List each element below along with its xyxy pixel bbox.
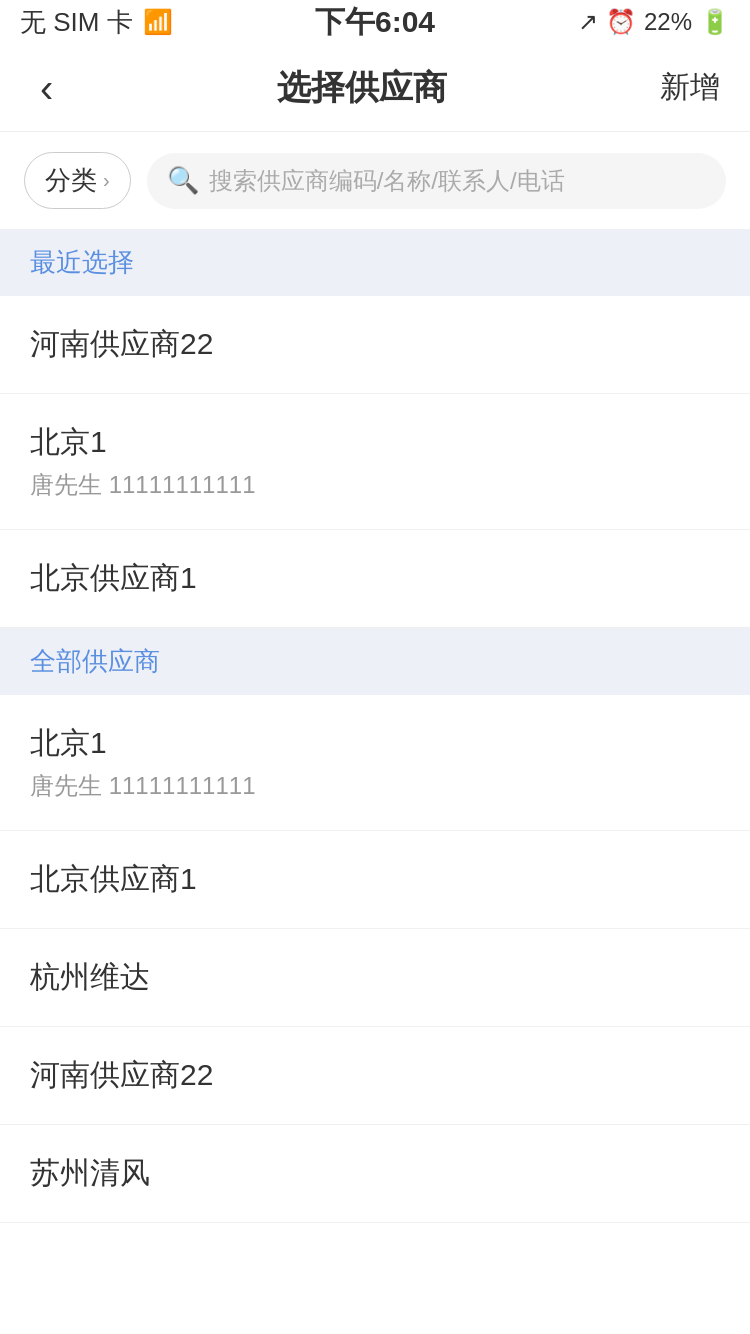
item-name: 北京1 [30,723,720,764]
list-item[interactable]: 北京供应商1 [0,831,750,929]
status-right: ↗ ⏰ 22% 🔋 [578,8,730,36]
all-section-header: 全部供应商 [0,628,750,695]
item-sub: 唐先生 11111111111 [30,469,720,501]
nav-bar: ‹ 选择供应商 新增 [0,44,750,132]
item-name: 河南供应商22 [30,1055,720,1096]
list-item[interactable]: 河南供应商22 [0,1027,750,1125]
search-bar[interactable]: 🔍 搜索供应商编码/名称/联系人/电话 [147,153,726,209]
chevron-right-icon: › [103,169,110,192]
search-placeholder: 搜索供应商编码/名称/联系人/电话 [209,165,565,197]
item-name: 北京供应商1 [30,558,720,599]
list-item[interactable]: 苏州清风 [0,1125,750,1223]
sim-label: 无 SIM 卡 [20,5,133,40]
list-item[interactable]: 北京1 唐先生 11111111111 [0,695,750,831]
category-label: 分类 [45,163,97,198]
location-icon: ↗ [578,8,598,36]
item-name: 北京1 [30,422,720,463]
add-button[interactable]: 新增 [660,67,720,108]
back-button[interactable]: ‹ [30,58,63,118]
item-name: 苏州清风 [30,1153,720,1194]
filter-row: 分类 › 🔍 搜索供应商编码/名称/联系人/电话 [0,132,750,229]
item-name: 杭州维达 [30,957,720,998]
recent-items-list: 河南供应商22 北京1 唐先生 11111111111 北京供应商1 [0,296,750,628]
status-bar: 无 SIM 卡 📶 下午6:04 ↗ ⏰ 22% 🔋 [0,0,750,44]
list-item[interactable]: 河南供应商22 [0,296,750,394]
all-items-list: 北京1 唐先生 11111111111 北京供应商1 杭州维达 河南供应商22 … [0,695,750,1223]
battery-label: 22% [644,8,692,36]
recent-section-header: 最近选择 [0,229,750,296]
wifi-icon: 📶 [143,8,173,36]
page-title: 选择供应商 [277,65,447,111]
search-icon: 🔍 [167,165,199,196]
item-name: 河南供应商22 [30,324,720,365]
list-item[interactable]: 杭州维达 [0,929,750,1027]
item-name: 北京供应商1 [30,859,720,900]
category-button[interactable]: 分类 › [24,152,131,209]
alarm-icon: ⏰ [606,8,636,36]
item-sub: 唐先生 11111111111 [30,770,720,802]
list-item[interactable]: 北京1 唐先生 11111111111 [0,394,750,530]
battery-icon: 🔋 [700,8,730,36]
status-time: 下午6:04 [315,2,435,43]
status-left: 无 SIM 卡 📶 [20,5,173,40]
list-item[interactable]: 北京供应商1 [0,530,750,628]
